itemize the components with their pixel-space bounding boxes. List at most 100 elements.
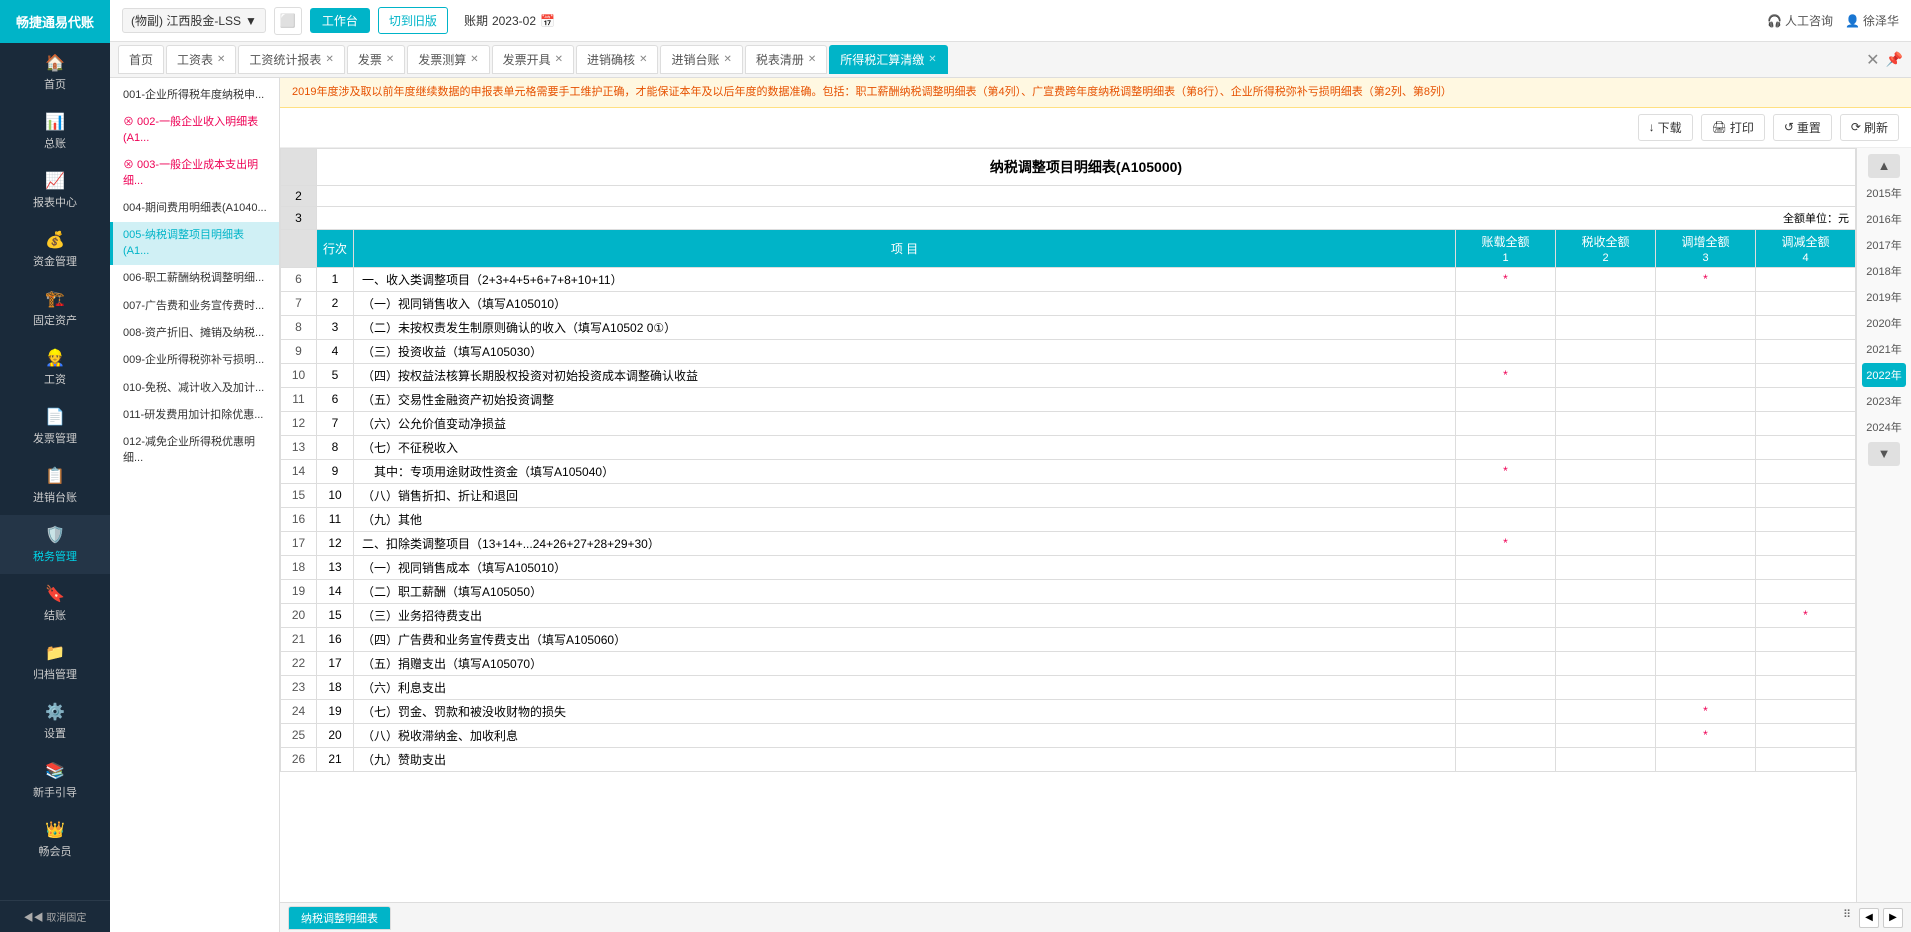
year-item-2022[interactable]: 2022年 [1862, 363, 1906, 387]
year-item-2024[interactable]: 2024年 [1862, 415, 1906, 439]
item-cell[interactable]: （七）不征税收入 [354, 435, 1456, 459]
data-f[interactable] [1756, 747, 1856, 771]
bottom-tab-adjust[interactable]: 纳税调整明细表 [288, 906, 391, 930]
form-item-005[interactable]: 005-纳税调整项目明细表(A1... [110, 222, 279, 265]
data-e[interactable] [1656, 555, 1756, 579]
data-e[interactable] [1656, 291, 1756, 315]
item-cell[interactable]: （五）捐赠支出（填写A105070） [354, 651, 1456, 675]
data-d[interactable] [1556, 507, 1656, 531]
data-d[interactable] [1556, 651, 1656, 675]
data-f[interactable] [1756, 411, 1856, 435]
data-d[interactable] [1556, 291, 1656, 315]
data-d[interactable] [1556, 675, 1656, 699]
tab-close-invoice-issue[interactable]: ✕ [555, 54, 563, 65]
data-d[interactable] [1556, 411, 1656, 435]
tab-close-journal[interactable]: ✕ [723, 54, 731, 65]
tab-salary-report[interactable]: 工资统计报表 ✕ [238, 45, 344, 74]
data-c[interactable] [1456, 603, 1556, 627]
item-cell[interactable]: （七）罚金、罚款和被没收财物的损失 [354, 699, 1456, 723]
item-cell[interactable]: 二、扣除类调整项目（13+14+...24+26+27+28+29+30） [354, 531, 1456, 555]
data-f[interactable] [1756, 555, 1856, 579]
data-c[interactable] [1456, 723, 1556, 747]
year-nav-down-button[interactable]: ▼ [1868, 442, 1900, 466]
tab-close-invoice[interactable]: ✕ [386, 54, 394, 65]
data-c[interactable] [1456, 675, 1556, 699]
service-button[interactable]: 🎧 人工咨询 [1767, 12, 1833, 29]
data-f[interactable] [1756, 339, 1856, 363]
item-cell[interactable]: （四）广告费和业务宣传费支出（填写A105060） [354, 627, 1456, 651]
year-item-2020[interactable]: 2020年 [1862, 311, 1906, 335]
sidebar-item-report[interactable]: 📈 报表中心 [0, 161, 110, 220]
data-d[interactable] [1556, 747, 1656, 771]
data-c[interactable] [1456, 699, 1556, 723]
scroll-left-button[interactable]: ◀ [1859, 908, 1879, 928]
data-e[interactable] [1656, 675, 1756, 699]
user-menu[interactable]: 👤 徐泽华 [1845, 12, 1899, 29]
data-d[interactable] [1556, 315, 1656, 339]
data-c[interactable] [1456, 747, 1556, 771]
sidebar-item-ledger[interactable]: 📊 总账 [0, 102, 110, 161]
tab-salary[interactable]: 工资表 ✕ [166, 45, 236, 74]
item-cell[interactable]: （三）业务招待费支出 [354, 603, 1456, 627]
data-d[interactable] [1556, 267, 1656, 291]
data-d[interactable] [1556, 435, 1656, 459]
data-e[interactable] [1656, 603, 1756, 627]
data-f[interactable] [1756, 435, 1856, 459]
print-button[interactable]: 🖨 打印 [1701, 114, 1765, 141]
tab-journal[interactable]: 进销台账 ✕ [660, 45, 742, 74]
item-cell[interactable]: （一）视同销售收入（填写A105010） [354, 291, 1456, 315]
data-c[interactable]: * [1456, 363, 1556, 387]
tab-close-salary-report[interactable]: ✕ [325, 54, 333, 65]
item-cell[interactable]: （三）投资收益（填写A105030） [354, 339, 1456, 363]
company-edit-button[interactable]: ⬜ [274, 7, 302, 35]
data-c[interactable] [1456, 627, 1556, 651]
data-e[interactable]: * [1656, 267, 1756, 291]
data-d[interactable] [1556, 699, 1656, 723]
tab-close-tax-list[interactable]: ✕ [808, 54, 816, 65]
data-c[interactable]: * [1456, 459, 1556, 483]
tab-invoice[interactable]: 发票 ✕ [347, 45, 405, 74]
data-d[interactable] [1556, 555, 1656, 579]
data-e[interactable] [1656, 483, 1756, 507]
data-c[interactable] [1456, 483, 1556, 507]
item-cell[interactable]: （六）公允价值变动净损益 [354, 411, 1456, 435]
item-cell[interactable]: （八）销售折扣、折让和退回 [354, 483, 1456, 507]
reset-button[interactable]: ↺ 重置 [1773, 114, 1832, 141]
sidebar-item-home[interactable]: 🏠 首页 [0, 43, 110, 102]
download-button[interactable]: ↓ 下载 [1638, 114, 1693, 141]
item-cell[interactable]: （一）视同销售成本（填写A105010） [354, 555, 1456, 579]
form-item-001[interactable]: 001-企业所得税年度纳税申... [110, 82, 279, 109]
sidebar-item-invoice[interactable]: 📄 发票管理 [0, 397, 110, 456]
data-d[interactable] [1556, 387, 1656, 411]
data-d[interactable] [1556, 459, 1656, 483]
data-c[interactable] [1456, 387, 1556, 411]
form-item-009[interactable]: 009-企业所得税弥补亏损明... [110, 347, 279, 374]
year-item-2016[interactable]: 2016年 [1862, 207, 1906, 231]
data-e[interactable] [1656, 531, 1756, 555]
sidebar-item-assets[interactable]: 🏗️ 固定资产 [0, 279, 110, 338]
data-e[interactable] [1656, 507, 1756, 531]
data-e[interactable] [1656, 363, 1756, 387]
form-item-010[interactable]: 010-免税、减计收入及加计... [110, 375, 279, 402]
sidebar-item-archive[interactable]: 📁 归档管理 [0, 633, 110, 692]
data-f[interactable] [1756, 675, 1856, 699]
data-e[interactable]: * [1656, 723, 1756, 747]
data-e[interactable] [1656, 747, 1756, 771]
workbench-button[interactable]: 工作台 [310, 8, 370, 33]
item-cell[interactable]: （九）其他 [354, 507, 1456, 531]
sidebar-item-member[interactable]: 👑 畅会员 [0, 810, 110, 869]
data-c[interactable] [1456, 651, 1556, 675]
oldver-button[interactable]: 切到旧版 [378, 7, 448, 34]
tab-home[interactable]: 首页 [118, 45, 164, 74]
data-d[interactable] [1556, 603, 1656, 627]
year-nav-up-button[interactable]: ▲ [1868, 154, 1900, 178]
data-c[interactable]: * [1456, 531, 1556, 555]
year-item-2023[interactable]: 2023年 [1862, 389, 1906, 413]
data-f[interactable] [1756, 651, 1856, 675]
data-e[interactable] [1656, 339, 1756, 363]
pin-tab-button[interactable]: 📌 [1886, 51, 1903, 68]
form-item-006[interactable]: 006-职工薪酬纳税调整明细... [110, 265, 279, 292]
item-cell[interactable]: （五）交易性金融资产初始投资调整 [354, 387, 1456, 411]
data-d[interactable] [1556, 483, 1656, 507]
tab-invoice-calc[interactable]: 发票测算 ✕ [407, 45, 489, 74]
